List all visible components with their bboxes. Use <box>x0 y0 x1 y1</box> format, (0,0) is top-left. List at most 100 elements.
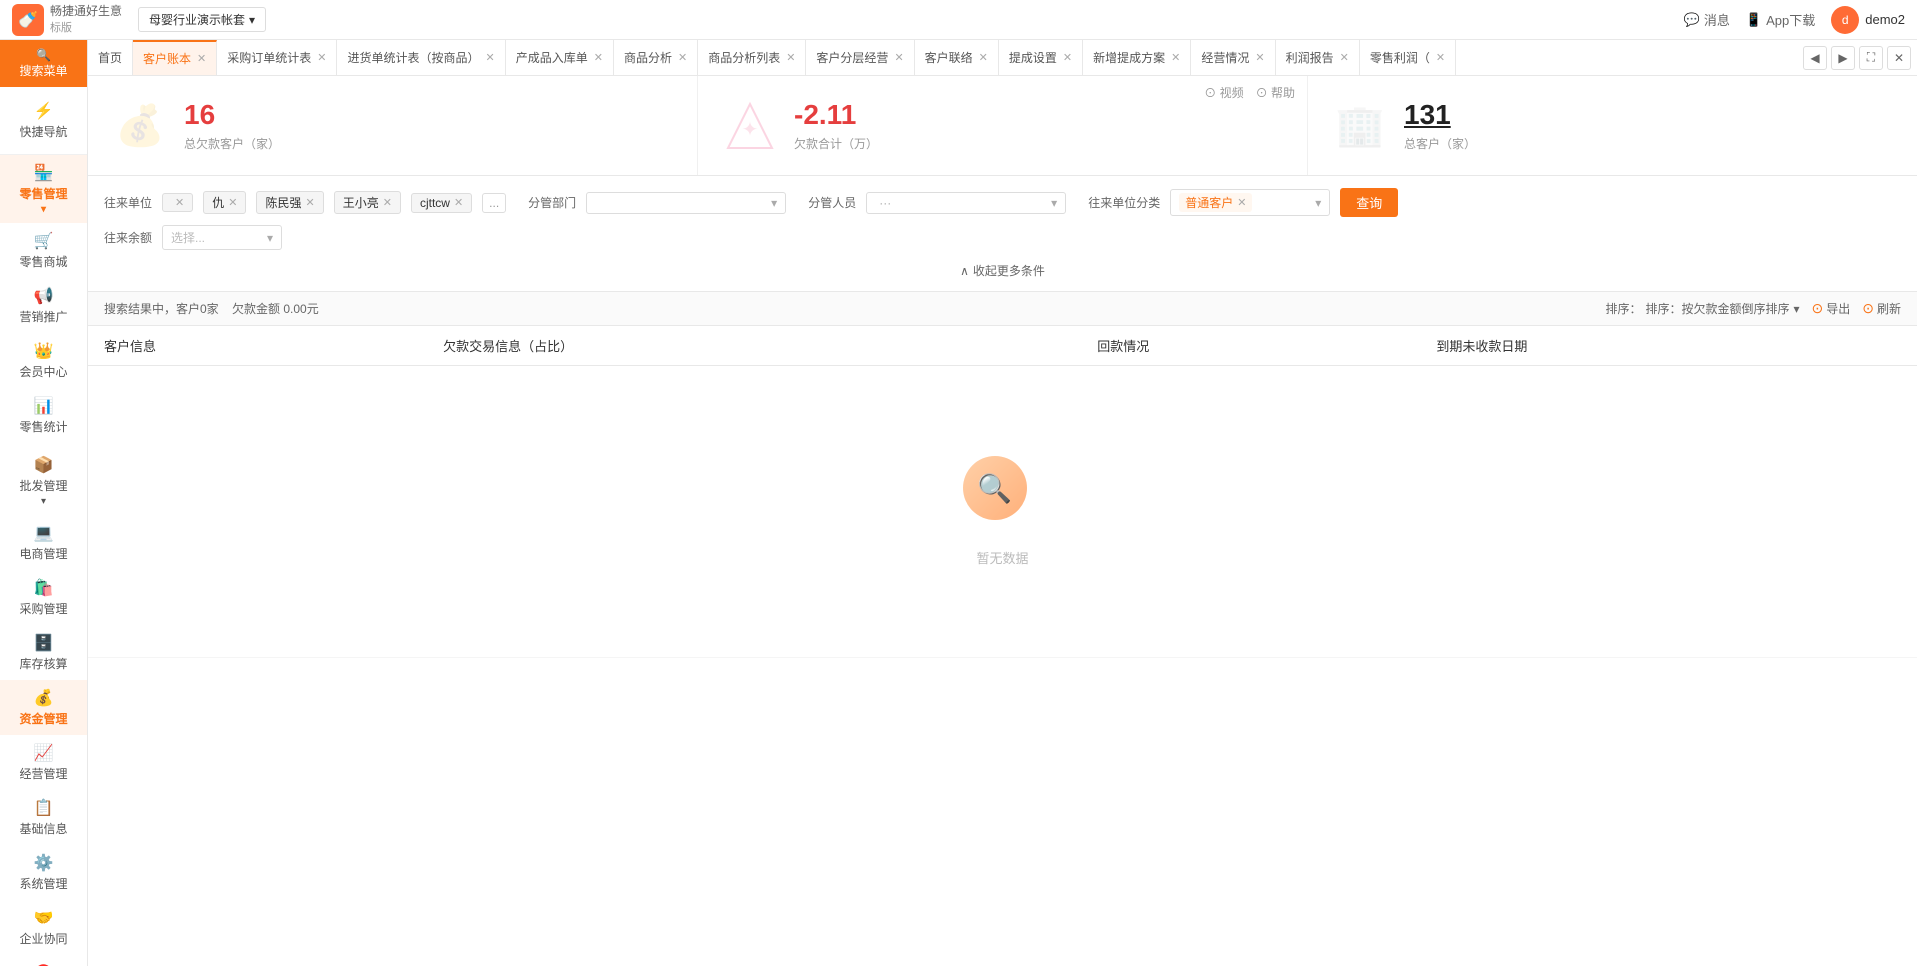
col-repayment: 回款情况 <box>1081 326 1420 366</box>
filter-label-dept: 分管部门 <box>528 194 576 211</box>
filter-dept-select[interactable]: ▾ <box>586 192 786 214</box>
account-dropdown[interactable]: 母婴行业演示帐套 ▾ <box>138 7 266 32</box>
sort-select[interactable]: 排序： 排序：按欠款金额倒序排序 ▾ <box>1605 300 1799 317</box>
tab-goods-analysis-close[interactable]: ✕ <box>678 51 687 64</box>
tab-goods-analysis[interactable]: 商品分析 ✕ <box>614 40 698 76</box>
messages-label: 消息 <box>1704 10 1730 29</box>
sidebar-item-ecommerce[interactable]: 💻 电商管理 <box>0 515 87 570</box>
filter-more-btn[interactable]: ... <box>482 193 506 213</box>
filter-tag-qiu-remove[interactable]: ✕ <box>228 196 237 209</box>
sidebar-item-inventory[interactable]: 🗄️ 库存核算 <box>0 625 87 680</box>
retail-mall-label: 零售商城 <box>19 253 67 270</box>
filter-manager-select[interactable]: ··· ▾ <box>866 192 1066 214</box>
inventory-icon: 🗄️ <box>34 633 54 653</box>
sidebar-nav-section: ⚡ 快捷导航 <box>0 87 87 155</box>
tab-tip-settings-close[interactable]: ✕ <box>1063 51 1072 64</box>
tab-goods-analysis-list[interactable]: 商品分析列表 ✕ <box>698 40 806 76</box>
tab-purchase-order-stats[interactable]: 采购订单统计表 ✕ <box>217 40 337 76</box>
sidebar-item-operations[interactable]: 📈 经营管理 <box>0 735 87 790</box>
sidebar-item-member[interactable]: 👑 会员中心 <box>0 333 87 388</box>
nav-tabs-bar: 首页 客户账本 ✕ 采购订单统计表 ✕ 进货单统计表（按商品） ✕ 产成品入库单… <box>88 40 1917 76</box>
filter-tag-wang: 王小亮 ✕ <box>334 191 401 214</box>
tab-fullscreen-btn[interactable]: ⛶ <box>1859 46 1883 70</box>
sidebar-item-enterprise-collab[interactable]: 🤝 企业协同 <box>0 900 87 955</box>
filter-category-tag-remove[interactable]: ✕ <box>1237 196 1246 209</box>
collapse-btn[interactable]: ∧ 收起更多条件 <box>104 258 1901 283</box>
top-bar: 🍼 畅捷通好生意 标版 母婴行业演示帐套 ▾ 💬 消息 📱 App下载 d de… <box>0 0 1917 40</box>
filter-tag-chen-text: 陈民强 <box>265 194 301 211</box>
filter-tag-empty-remove[interactable]: ✕ <box>175 196 184 209</box>
export-btn[interactable]: ⊙ 导出 <box>1812 300 1851 317</box>
help-btn[interactable]: ⊙ 帮助 <box>1256 84 1295 101</box>
debt-amount-info: -2.11 欠款合计（万） <box>794 99 878 152</box>
enterprise-collab-icon: 🤝 <box>34 908 54 928</box>
finance-icon: 💰 <box>34 688 54 708</box>
tab-new-tip-plan[interactable]: 新增提成方案 ✕ <box>1083 40 1191 76</box>
tab-operations-status-close[interactable]: ✕ <box>1255 51 1264 64</box>
tab-customer-segment-close[interactable]: ✕ <box>894 51 903 64</box>
tab-retail-profit[interactable]: 零售利润（ ✕ <box>1360 40 1456 76</box>
filter-balance-select[interactable]: 选择... ▾ <box>162 225 282 250</box>
tab-goods-analysis-list-label: 商品分析列表 <box>708 49 780 66</box>
sidebar-item-retail-mgmt[interactable]: 🏪 零售管理 ▾ <box>0 155 87 223</box>
sidebar-item-retail-mall[interactable]: 🛒 零售商城 <box>0 223 87 278</box>
main-layout: 🔍 搜索菜单 ⚡ 快捷导航 🏪 零售管理 ▾ 🛒 零售商城 📢 营销推广 👑 会… <box>0 40 1917 966</box>
retail-mgmt-arrow: ▾ <box>41 204 46 215</box>
tab-customer-capital-close[interactable]: ✕ <box>197 52 206 65</box>
result-info: 搜索结果中，客户0家 欠款金额 0.00元 <box>104 300 319 317</box>
sidebar-item-new-guide[interactable]: 🎯 新手引导 <box>0 955 87 966</box>
tab-cost-inbound[interactable]: 产成品入库单 ✕ <box>506 40 614 76</box>
refresh-btn[interactable]: ⊙ 刷新 <box>1862 300 1901 317</box>
sidebar-item-finance[interactable]: 💰 资金管理 <box>0 680 87 735</box>
marketing-icon: 📢 <box>34 286 54 306</box>
tab-controls: ◀ ▶ ⛶ ✕ <box>1797 46 1917 70</box>
refresh-icon: ⊙ <box>1862 300 1874 317</box>
tab-purchase-order-stats-close[interactable]: ✕ <box>317 51 326 64</box>
tab-new-tip-plan-close[interactable]: ✕ <box>1171 51 1180 64</box>
sidebar-item-basic-info[interactable]: 📋 基础信息 <box>0 790 87 845</box>
filter-tag-chen-remove[interactable]: ✕ <box>305 196 314 209</box>
user-area[interactable]: d demo2 <box>1831 6 1905 34</box>
app-download-btn[interactable]: 📱 App下载 <box>1746 10 1815 29</box>
filter-tag-cjttcw-remove[interactable]: ✕ <box>454 196 463 209</box>
tab-inbound-stats-close[interactable]: ✕ <box>486 51 495 64</box>
tab-operations-status[interactable]: 经营情况 ✕ <box>1191 40 1275 76</box>
tab-profit-report[interactable]: 利润报告 ✕ <box>1276 40 1360 76</box>
filter-category-select[interactable]: 普通客户 ✕ ▾ <box>1170 189 1330 216</box>
sidebar-item-purchase[interactable]: 🛍️ 采购管理 <box>0 570 87 625</box>
table-header-row: 客户信息 欠款交易信息（占比） 回款情况 到期未收款日期 <box>88 326 1917 366</box>
tab-next-btn[interactable]: ▶ <box>1831 46 1855 70</box>
tab-inbound-stats[interactable]: 进货单统计表（按商品） ✕ <box>337 40 505 76</box>
tab-cost-inbound-close[interactable]: ✕ <box>594 51 603 64</box>
sidebar-item-system[interactable]: ⚙️ 系统管理 <box>0 845 87 900</box>
sidebar-item-retail-stats[interactable]: 📊 零售统计 <box>0 388 87 443</box>
tab-home[interactable]: 首页 <box>88 40 133 76</box>
tab-new-tip-plan-label: 新增提成方案 <box>1093 49 1165 66</box>
messages-btn[interactable]: 💬 消息 <box>1684 10 1730 29</box>
col-customer-info-label: 客户信息 <box>104 339 156 354</box>
sidebar-search[interactable]: 🔍 搜索菜单 <box>0 40 87 87</box>
retail-stats-icon: 📊 <box>34 396 54 416</box>
query-button[interactable]: 查询 <box>1340 188 1398 217</box>
tab-prev-btn[interactable]: ◀ <box>1803 46 1827 70</box>
sidebar-item-marketing[interactable]: 📢 营销推广 <box>0 278 87 333</box>
tab-customer-contact-close[interactable]: ✕ <box>979 51 988 64</box>
filter-manager-more[interactable]: ··· <box>879 196 891 210</box>
sidebar-item-batch-mgmt[interactable]: 📦 批发管理 ▾ <box>0 447 87 515</box>
tab-customer-segment[interactable]: 客户分层经营 ✕ <box>806 40 914 76</box>
basic-info-icon: 📋 <box>34 798 54 818</box>
tab-tip-settings[interactable]: 提成设置 ✕ <box>999 40 1083 76</box>
empty-icon-circle: 🔍 <box>963 456 1027 520</box>
tab-customer-capital[interactable]: 客户账本 ✕ <box>133 40 217 76</box>
tab-retail-profit-close[interactable]: ✕ <box>1436 51 1445 64</box>
tab-goods-analysis-list-close[interactable]: ✕ <box>786 51 795 64</box>
tab-close-all-btn[interactable]: ✕ <box>1887 46 1911 70</box>
tab-profit-report-close[interactable]: ✕ <box>1340 51 1349 64</box>
video-btn[interactable]: ⊙ 视频 <box>1204 84 1243 101</box>
export-icon: ⊙ <box>1812 300 1824 317</box>
basic-info-label: 基础信息 <box>19 820 67 837</box>
tab-customer-contact[interactable]: 客户联络 ✕ <box>915 40 999 76</box>
refresh-label: 刷新 <box>1877 300 1901 317</box>
sidebar-item-quick-nav[interactable]: ⚡ 快捷导航 <box>0 93 87 148</box>
filter-tag-wang-remove[interactable]: ✕ <box>383 196 392 209</box>
